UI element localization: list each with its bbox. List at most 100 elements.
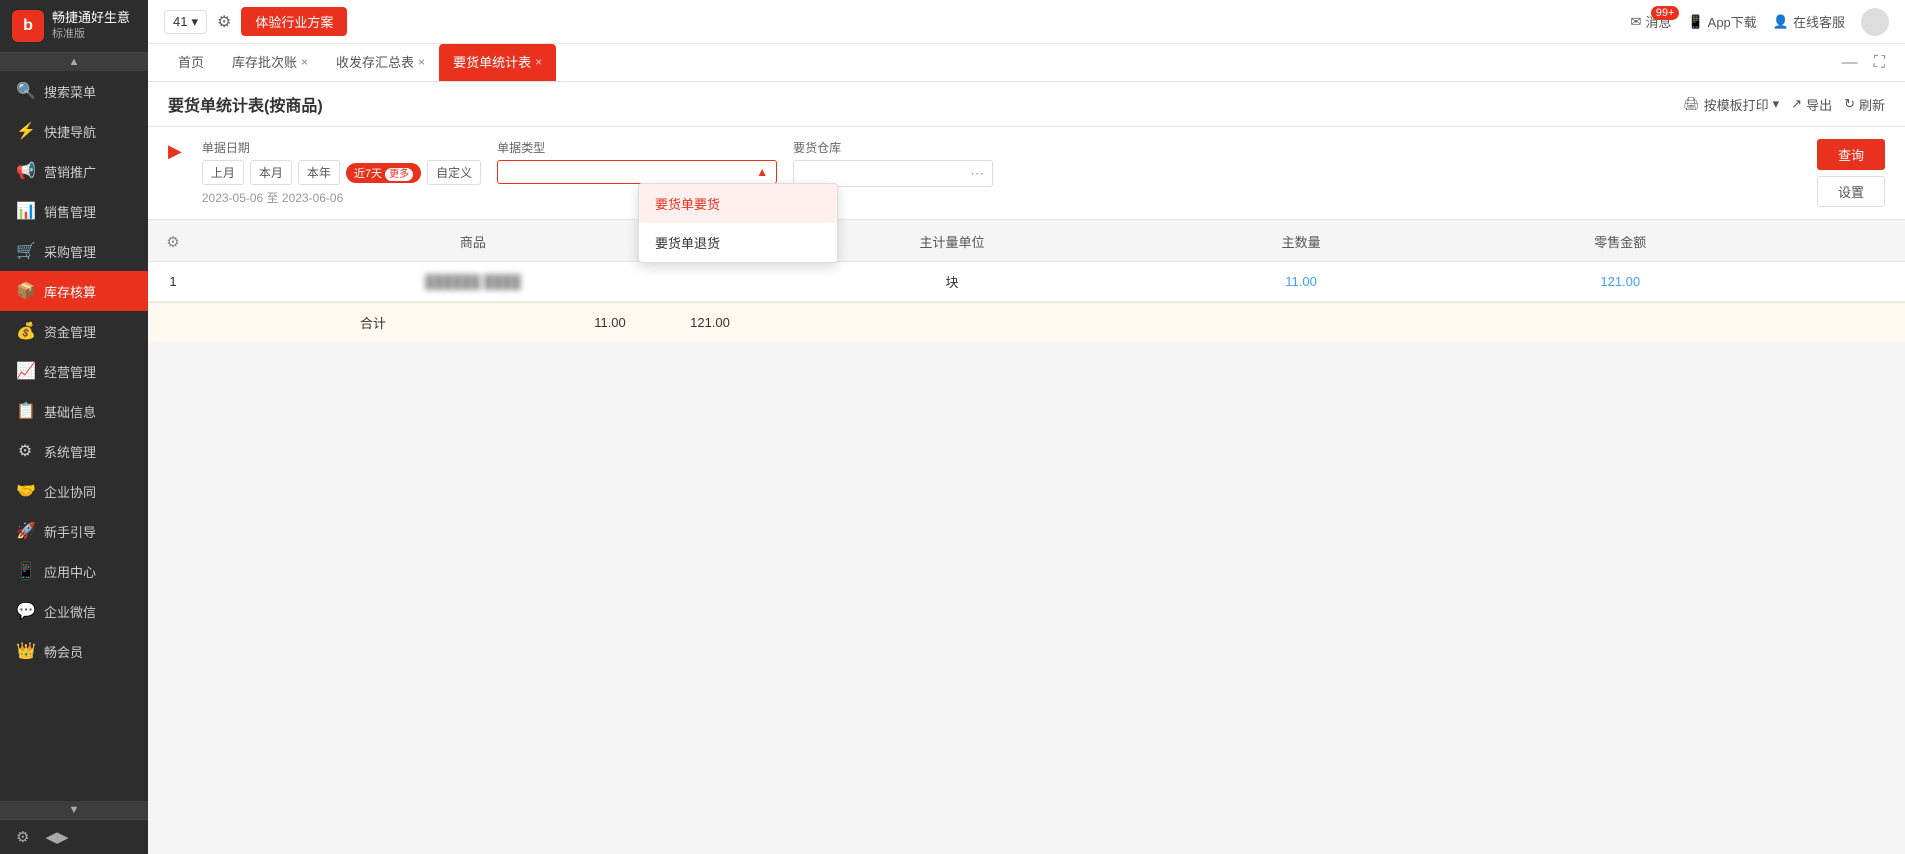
dropdown-item-requisition-order[interactable]: 要货单要货	[639, 184, 837, 223]
online-service-button[interactable]: 👤 在线客服	[1773, 12, 1845, 31]
cell-product-0: ██████ ████	[198, 262, 748, 302]
sidebar-item-3[interactable]: 📊 销售管理	[0, 191, 148, 231]
user-avatar[interactable]	[1861, 8, 1889, 36]
sidebar-logo: b 畅捷通好生意 标准版	[0, 0, 148, 53]
store-selector[interactable]: 41 ▾	[164, 10, 207, 34]
print-icon: 🖨	[1683, 96, 1700, 112]
sidebar-item-label-1: 快捷导航	[44, 122, 96, 141]
type-filter-group: 单据类型 ▲	[497, 139, 777, 184]
store-number: 41	[173, 14, 187, 29]
topbar-gear-icon[interactable]: ⚙	[217, 12, 231, 32]
col-settings-icon[interactable]: ⚙	[166, 234, 179, 251]
sidebar-item-6[interactable]: 💰 资金管理	[0, 311, 148, 351]
tab-receive-send[interactable]: 收发存汇总表 ×	[322, 44, 439, 81]
settings-icon[interactable]: ⚙	[16, 828, 29, 846]
dropdown-item-requisition-order-label: 要货单要货	[655, 197, 720, 212]
col-extra-header	[1795, 222, 1905, 262]
sidebar-item-11[interactable]: 🚀 新手引导	[0, 511, 148, 551]
collapse-icon[interactable]: ◀▶	[45, 828, 68, 846]
setting-button[interactable]: 设置	[1817, 176, 1885, 207]
footer-quantity: 11.00	[560, 315, 660, 330]
tab-requisition-stats-close[interactable]: ×	[535, 55, 542, 69]
filter-area: ▶ 单据日期 上月 本月 本年 近7天 更多 自定义 2023-05-06 至 …	[148, 127, 1905, 220]
sidebar-item-2[interactable]: 📢 营销推广	[0, 151, 148, 191]
type-filter-select[interactable]: ▲	[497, 160, 777, 184]
tab-home[interactable]: 首页	[164, 44, 218, 81]
warehouse-more-icon[interactable]: ⋯	[970, 165, 984, 182]
edition-label: 标准版	[52, 27, 130, 41]
sidebar-item-icon-8: 📋	[16, 401, 34, 421]
sidebar-nav: 🔍 搜索菜单 ⚡ 快捷导航 📢 营销推广 📊 销售管理 🛒 采购管理 📦 库存核…	[0, 71, 148, 801]
online-service-label: 在线客服	[1793, 12, 1845, 31]
tab-inventory-batch-close[interactable]: ×	[301, 55, 308, 69]
sidebar-item-8[interactable]: 📋 基础信息	[0, 391, 148, 431]
footer-label: 合计	[360, 313, 460, 332]
tab-home-label: 首页	[178, 52, 204, 71]
page-header: 要货单统计表(按商品) 🖨 按模板打印 ▾ ↗ 导出 ↻ 刷新	[148, 82, 1905, 127]
messages-button[interactable]: ✉ 消息 99+	[1631, 12, 1672, 31]
refresh-button[interactable]: ↻ 刷新	[1844, 95, 1885, 114]
sidebar-item-4[interactable]: 🛒 采购管理	[0, 231, 148, 271]
date-btn-7days[interactable]: 近7天 更多	[346, 163, 421, 183]
phone-icon: 📱	[1687, 14, 1703, 30]
sidebar-item-icon-14: 👑	[16, 641, 34, 661]
filter-toggle-icon[interactable]: ▶	[168, 141, 182, 162]
app-download-label: App下载	[1708, 12, 1757, 31]
sidebar-item-1[interactable]: ⚡ 快捷导航	[0, 111, 148, 151]
query-button[interactable]: 查询	[1817, 139, 1885, 170]
date-btn-last-month[interactable]: 上月	[202, 160, 244, 185]
messages-badge: 99+	[1651, 6, 1680, 20]
sidebar-item-12[interactable]: 📱 应用中心	[0, 551, 148, 591]
logo-text: 畅捷通好生意 标准版	[52, 10, 130, 41]
date-btn-custom[interactable]: 自定义	[427, 160, 481, 185]
table-header-row: ⚙ 商品 主计量单位 主数量 零售金额	[148, 222, 1905, 262]
dropdown-item-requisition-return[interactable]: 要货单退货	[639, 223, 837, 262]
logo-icon: b	[12, 10, 44, 42]
warehouse-filter-input[interactable]	[802, 167, 970, 181]
col-settings-header[interactable]: ⚙	[148, 222, 198, 262]
table-container: ⚙ 商品 主计量单位 主数量 零售金额 1 ██████ ████ 块 11.0…	[148, 222, 1905, 302]
sidebar-scroll-up[interactable]: ▲	[0, 53, 148, 71]
refresh-label: 刷新	[1859, 95, 1885, 114]
message-icon: ✉	[1631, 14, 1642, 30]
date-filter-label: 单据日期	[202, 139, 481, 156]
tab-requisition-stats[interactable]: 要货单统计表 ×	[439, 44, 556, 81]
type-dropdown: 要货单要货 要货单退货	[638, 183, 838, 263]
sidebar-item-10[interactable]: 🤝 企业协同	[0, 471, 148, 511]
sidebar-item-5[interactable]: 📦 库存核算	[0, 271, 148, 311]
export-label: 导出	[1806, 95, 1832, 114]
sidebar-item-icon-10: 🤝	[16, 481, 34, 501]
sidebar-item-0[interactable]: 🔍 搜索菜单	[0, 71, 148, 111]
data-table: ⚙ 商品 主计量单位 主数量 零售金额 1 ██████ ████ 块 11.0…	[148, 222, 1905, 302]
tab-minimize-button[interactable]: —	[1838, 52, 1862, 74]
app-download-button[interactable]: 📱 App下载	[1687, 12, 1756, 31]
sidebar-item-9[interactable]: ⚙ 系统管理	[0, 431, 148, 471]
sidebar-item-label-0: 搜索菜单	[44, 82, 96, 101]
trial-button[interactable]: 体验行业方案	[241, 7, 347, 36]
sidebar-item-label-12: 应用中心	[44, 562, 96, 581]
sidebar-item-icon-7: 📈	[16, 361, 34, 381]
sidebar-scroll-down[interactable]: ▼	[0, 801, 148, 819]
tab-receive-send-label: 收发存汇总表	[336, 52, 414, 71]
warehouse-filter-label: 要货仓库	[793, 139, 993, 156]
tab-inventory-batch-label: 库存批次账	[232, 52, 297, 71]
sidebar-item-icon-0: 🔍	[16, 81, 34, 101]
tab-inventory-batch[interactable]: 库存批次账 ×	[218, 44, 322, 81]
export-button[interactable]: ↗ 导出	[1791, 95, 1832, 114]
type-select-up-icon[interactable]: ▲	[756, 165, 768, 179]
dropdown-item-requisition-return-label: 要货单退货	[655, 236, 720, 251]
sidebar-item-13[interactable]: 💬 企业微信	[0, 591, 148, 631]
tabbar: 首页 库存批次账 × 收发存汇总表 × 要货单统计表 × — ⛶	[148, 44, 1905, 82]
print-button[interactable]: 🖨 按模板打印 ▾	[1683, 95, 1779, 114]
tab-maximize-button[interactable]: ⛶	[1870, 52, 1889, 74]
type-filter-input[interactable]	[506, 165, 756, 179]
date-btn-this-year[interactable]: 本年	[298, 160, 340, 185]
sidebar-item-icon-3: 📊	[16, 201, 34, 221]
tab-receive-send-close[interactable]: ×	[418, 55, 425, 69]
sidebar-item-14[interactable]: 👑 畅会员	[0, 631, 148, 671]
sidebar-item-label-2: 营销推广	[44, 162, 96, 181]
date-btn-this-month[interactable]: 本月	[250, 160, 292, 185]
sidebar-item-7[interactable]: 📈 经营管理	[0, 351, 148, 391]
col-quantity-header: 主数量	[1156, 222, 1445, 262]
filter-row: 单据日期 上月 本月 本年 近7天 更多 自定义 2023-05-06 至 20…	[202, 139, 1797, 206]
